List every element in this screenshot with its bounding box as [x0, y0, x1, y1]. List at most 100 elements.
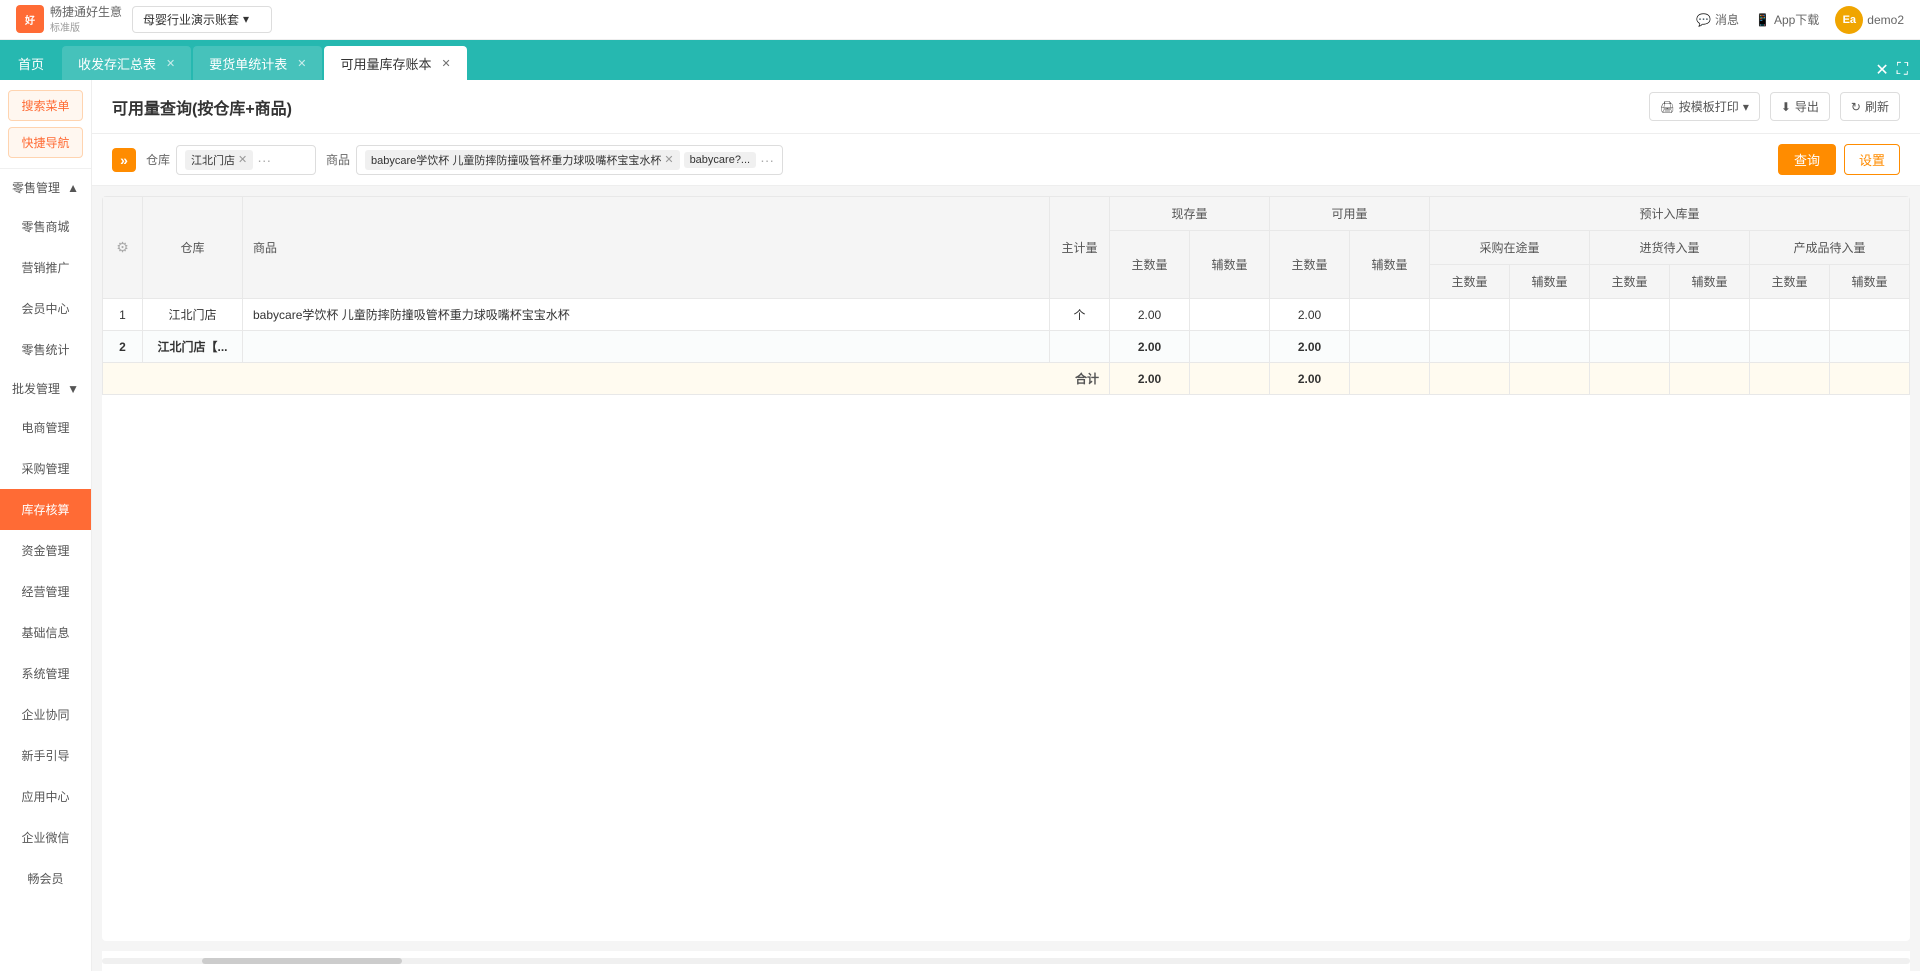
th-product: 商品 [243, 197, 1050, 299]
sidebar-item-zero-sales[interactable]: 零售管理 ▲ [0, 169, 91, 206]
th-current-main: 主数量 [1110, 231, 1190, 299]
sidebar-item-stats[interactable]: 零售统计 [0, 329, 91, 370]
top-bar-left: 好 畅捷通好生意 标准版 母婴行业演示账套 ▾ [16, 5, 272, 34]
sidebar-item-marketing[interactable]: 营销推广 [0, 247, 91, 288]
tab-home[interactable]: 首页 [2, 46, 60, 80]
warehouse-label: 仓库 [146, 151, 170, 168]
sidebar-label-wholesale: 批发管理 [12, 380, 60, 397]
page-header-actions: 🖨 按模板打印 ▾ ⬇ 导出 ↻ 刷新 [1649, 92, 1900, 121]
cell-available-main-1: 2.00 [1270, 299, 1350, 331]
print-btn[interactable]: 🖨 按模板打印 ▾ [1649, 92, 1760, 121]
more-warehouses[interactable]: ··· [257, 152, 271, 168]
sidebar-item-enterprise[interactable]: 企业协同 [0, 694, 91, 735]
close-tab-requisition[interactable]: ✕ [297, 57, 306, 70]
close-tab-available[interactable]: ✕ [442, 57, 451, 70]
print-icon: 🖨 [1660, 100, 1675, 114]
horizontal-scrollbar[interactable] [102, 958, 1910, 964]
warehouse-input[interactable]: 江北门店 ✕ ··· [176, 145, 316, 175]
chevron-down-icon-2: ▼ [67, 382, 79, 396]
cell-warehouse-1: 江北门店 [143, 299, 243, 331]
cell-seq-1: 1 [103, 299, 143, 331]
total-current-main: 2.00 [1110, 363, 1190, 395]
close-all-icon[interactable]: ✕ [1875, 60, 1888, 80]
close-tab-receivable[interactable]: ✕ [166, 57, 175, 70]
sidebar-item-wecom[interactable]: 企业微信 [0, 817, 91, 858]
sidebar-item-finance[interactable]: 资金管理 [0, 530, 91, 571]
tab-requisition[interactable]: 要货单统计表 ✕ [193, 46, 322, 80]
refresh-icon: ↻ [1851, 100, 1861, 114]
th-purchase-transit: 采购在途量 [1430, 231, 1590, 265]
total-purchase-aux [1510, 363, 1590, 395]
sidebar-item-wholesale[interactable]: 批发管理 ▼ [0, 370, 91, 407]
total-available-aux [1350, 363, 1430, 395]
warehouse-tag: 江北门店 ✕ [185, 150, 253, 170]
sidebar-item-ecommerce[interactable]: 电商管理 [0, 407, 91, 448]
cell-available-aux-1 [1350, 299, 1430, 331]
search-menu-btn[interactable]: 搜索菜单 [8, 90, 83, 121]
logo: 好 畅捷通好生意 标准版 [16, 5, 122, 34]
export-btn[interactable]: ⬇ 导出 [1770, 92, 1830, 121]
th-current-aux: 辅数量 [1190, 231, 1270, 299]
sidebar-item-system[interactable]: 系统管理 [0, 653, 91, 694]
cell-purchase-aux-2 [1510, 331, 1590, 363]
tab-receivable[interactable]: 收发存汇总表 ✕ [62, 46, 191, 80]
sidebar: 搜索菜单 快捷导航 零售管理 ▲ 零售商城 营销推广 会员中心 零售统计 批发管… [0, 80, 92, 971]
query-button[interactable]: 查询 [1778, 144, 1836, 175]
cell-product-aux-2 [1830, 331, 1910, 363]
logo-icon: 好 [16, 5, 44, 33]
msg-btn[interactable]: 💬 消息 [1696, 11, 1739, 28]
cell-purchase-main-1 [1430, 299, 1510, 331]
th-current-stock-group: 现存量 [1110, 197, 1270, 231]
table-settings-icon[interactable]: ⚙ [116, 239, 129, 255]
cell-incoming-aux-1 [1670, 299, 1750, 331]
sidebar-item-inventory[interactable]: 库存核算 [0, 489, 91, 530]
msg-icon: 💬 [1696, 13, 1711, 27]
tab-available[interactable]: 可用量库存账本 ✕ [324, 46, 466, 80]
sidebar-item-member[interactable]: 会员中心 [0, 288, 91, 329]
product-filter: 商品 babycare学饮杯 儿童防摔防撞吸管杯重力球吸嘴杯宝宝水杯 ✕ bab… [326, 145, 783, 175]
total-incoming-main [1590, 363, 1670, 395]
cell-warehouse-2: 江北门店【... [143, 331, 243, 363]
sidebar-item-guide[interactable]: 新手引导 [0, 735, 91, 776]
top-bar: 好 畅捷通好生意 标准版 母婴行业演示账套 ▾ 💬 消息 📱 App下载 Ea … [0, 0, 1920, 40]
expand-filter-btn[interactable]: » [112, 148, 136, 172]
th-unit: 主计量 [1050, 197, 1110, 299]
product-tag-1: babycare学饮杯 儿童防摔防撞吸管杯重力球吸嘴杯宝宝水杯 ✕ [365, 150, 680, 170]
total-row: 合计 2.00 2.00 [103, 363, 1910, 395]
sidebar-item-operations[interactable]: 经营管理 [0, 571, 91, 612]
user-menu[interactable]: Ea demo2 [1835, 6, 1904, 34]
scroll-thumb[interactable] [202, 958, 402, 964]
total-product-aux [1830, 363, 1910, 395]
sidebar-item-appcenter[interactable]: 应用中心 [0, 776, 91, 817]
cell-incoming-main-2 [1590, 331, 1670, 363]
sidebar-item-basic[interactable]: 基础信息 [0, 612, 91, 653]
sidebar-item-purchase[interactable]: 采购管理 [0, 448, 91, 489]
content-area: 可用量查询(按仓库+商品) 🖨 按模板打印 ▾ ⬇ 导出 ↻ 刷新 » [92, 80, 1920, 971]
total-incoming-aux [1670, 363, 1750, 395]
logo-sub: 标准版 [50, 19, 122, 34]
avatar: Ea [1835, 6, 1863, 34]
remove-product-tag-1[interactable]: ✕ [664, 153, 673, 166]
th-product-main: 主数量 [1750, 265, 1830, 299]
total-current-aux [1190, 363, 1270, 395]
remove-warehouse-tag[interactable]: ✕ [238, 153, 247, 166]
quick-nav-btn[interactable]: 快捷导航 [8, 127, 83, 158]
fullscreen-icon[interactable]: ⛶ [1897, 61, 1908, 79]
th-purchase-main: 主数量 [1430, 265, 1510, 299]
cell-current-main-2: 2.00 [1110, 331, 1190, 363]
sidebar-item-online-shop[interactable]: 零售商城 [0, 206, 91, 247]
chevron-down-icon: ▲ [67, 181, 79, 195]
th-settings: ⚙ [103, 197, 143, 299]
product-input[interactable]: babycare学饮杯 儿童防摔防撞吸管杯重力球吸嘴杯宝宝水杯 ✕ babyca… [356, 145, 783, 175]
warehouse-filter: 仓库 江北门店 ✕ ··· [146, 145, 316, 175]
cell-current-aux-2 [1190, 331, 1270, 363]
app-download-btn[interactable]: 📱 App下载 [1755, 11, 1819, 28]
settings-button[interactable]: 设置 [1844, 144, 1900, 175]
refresh-btn[interactable]: ↻ 刷新 [1840, 92, 1900, 121]
top-bar-right: 💬 消息 📱 App下载 Ea demo2 [1696, 6, 1904, 34]
table-row: 1 江北门店 babycare学饮杯 儿童防摔防撞吸管杯重力球吸嘴杯宝宝水杯 个… [103, 299, 1910, 331]
more-products[interactable]: ··· [760, 152, 774, 168]
sidebar-item-member2[interactable]: 畅会员 [0, 858, 91, 899]
th-incoming-main: 主数量 [1590, 265, 1670, 299]
industry-selector[interactable]: 母婴行业演示账套 ▾ [132, 6, 272, 33]
